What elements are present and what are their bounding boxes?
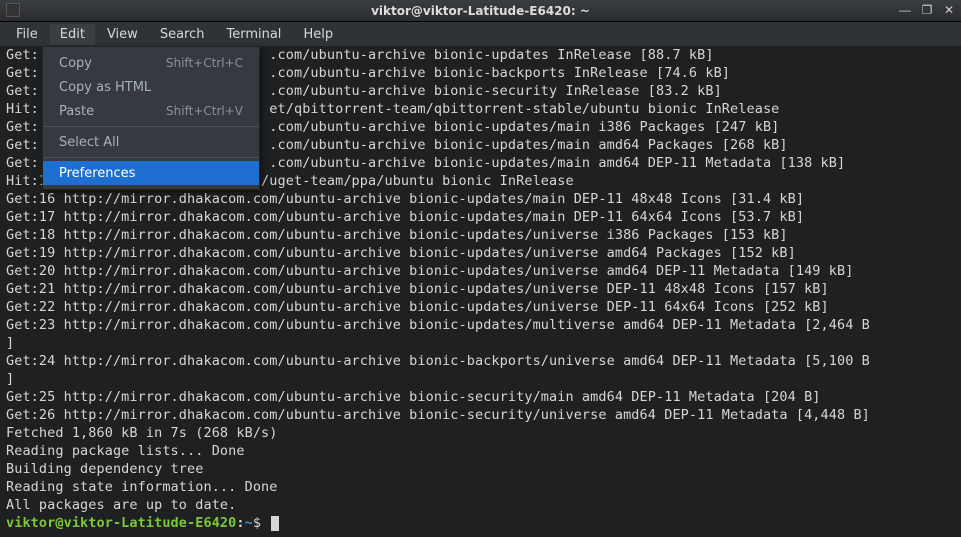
prompt-dollar: $ [253,515,269,531]
window-controls: — ❐ ✕ [897,2,957,18]
minimize-button[interactable]: — [897,2,913,18]
close-button[interactable]: ✕ [941,2,957,18]
terminal-line: Get:26 http://mirror.dhakacom.com/ubuntu… [6,406,955,424]
menu-search[interactable]: Search [150,24,215,45]
terminal-line: Get:23 http://mirror.dhakacom.com/ubuntu… [6,316,955,334]
menu-help[interactable]: Help [293,24,343,45]
menu-select-all[interactable]: Select All [43,130,259,154]
menu-terminal[interactable]: Terminal [216,24,291,45]
menu-paste-shortcut: Shift+Ctrl+V [166,104,243,118]
menu-edit[interactable]: Edit [50,24,95,45]
terminal-line: All packages are up to date. [6,496,955,514]
terminal-line: Get:22 http://mirror.dhakacom.com/ubuntu… [6,298,955,316]
menu-separator [43,126,259,127]
menu-copy-html-label: Copy as HTML [59,80,151,95]
cursor-icon [271,516,279,531]
terminal-line: Get:16 http://mirror.dhakacom.com/ubuntu… [6,190,955,208]
terminal-line: Get:17 http://mirror.dhakacom.com/ubuntu… [6,208,955,226]
menu-preferences-label: Preferences [59,166,135,181]
terminal-line: ] [6,334,955,352]
terminal-line: Get:24 http://mirror.dhakacom.com/ubuntu… [6,352,955,370]
maximize-button[interactable]: ❐ [919,2,935,18]
terminal-line: Reading package lists... Done [6,442,955,460]
terminal-line: Building dependency tree [6,460,955,478]
menu-copy-label: Copy [59,56,92,71]
menu-select-all-label: Select All [59,135,119,150]
edit-dropdown: Copy Shift+Ctrl+C Copy as HTML Paste Shi… [42,46,260,190]
terminal-line: Get:25 http://mirror.dhakacom.com/ubuntu… [6,388,955,406]
titlebar: viktor@viktor-Latitude-E6420: ~ — ❐ ✕ [0,0,961,22]
terminal-line: Get:19 http://mirror.dhakacom.com/ubuntu… [6,244,955,262]
menu-copy[interactable]: Copy Shift+Ctrl+C [43,51,259,75]
menu-separator [43,157,259,158]
menu-paste[interactable]: Paste Shift+Ctrl+V [43,99,259,123]
terminal-line: Reading state information... Done [6,478,955,496]
prompt-path: ~ [245,515,253,531]
terminal-line: ] [6,370,955,388]
menu-view[interactable]: View [97,24,148,45]
window-title: viktor@viktor-Latitude-E6420: ~ [371,4,590,18]
menu-file[interactable]: File [6,24,48,45]
terminal-app-icon [6,3,20,17]
prompt-user-host: viktor@viktor-Latitude-E6420 [6,515,236,531]
terminal-line: Get:18 http://mirror.dhakacom.com/ubuntu… [6,226,955,244]
menu-preferences[interactable]: Preferences [43,161,259,185]
menubar: File Edit View Search Terminal Help [0,22,961,46]
terminal-line: Fetched 1,860 kB in 7s (268 kB/s) [6,424,955,442]
menu-copy-html[interactable]: Copy as HTML [43,75,259,99]
menu-paste-label: Paste [59,104,94,119]
terminal-prompt[interactable]: viktor@viktor-Latitude-E6420:~$ [6,514,955,532]
prompt-colon: : [236,515,244,531]
terminal-line: Get:20 http://mirror.dhakacom.com/ubuntu… [6,262,955,280]
menu-copy-shortcut: Shift+Ctrl+C [166,56,243,70]
terminal-line: Get:21 http://mirror.dhakacom.com/ubuntu… [6,280,955,298]
